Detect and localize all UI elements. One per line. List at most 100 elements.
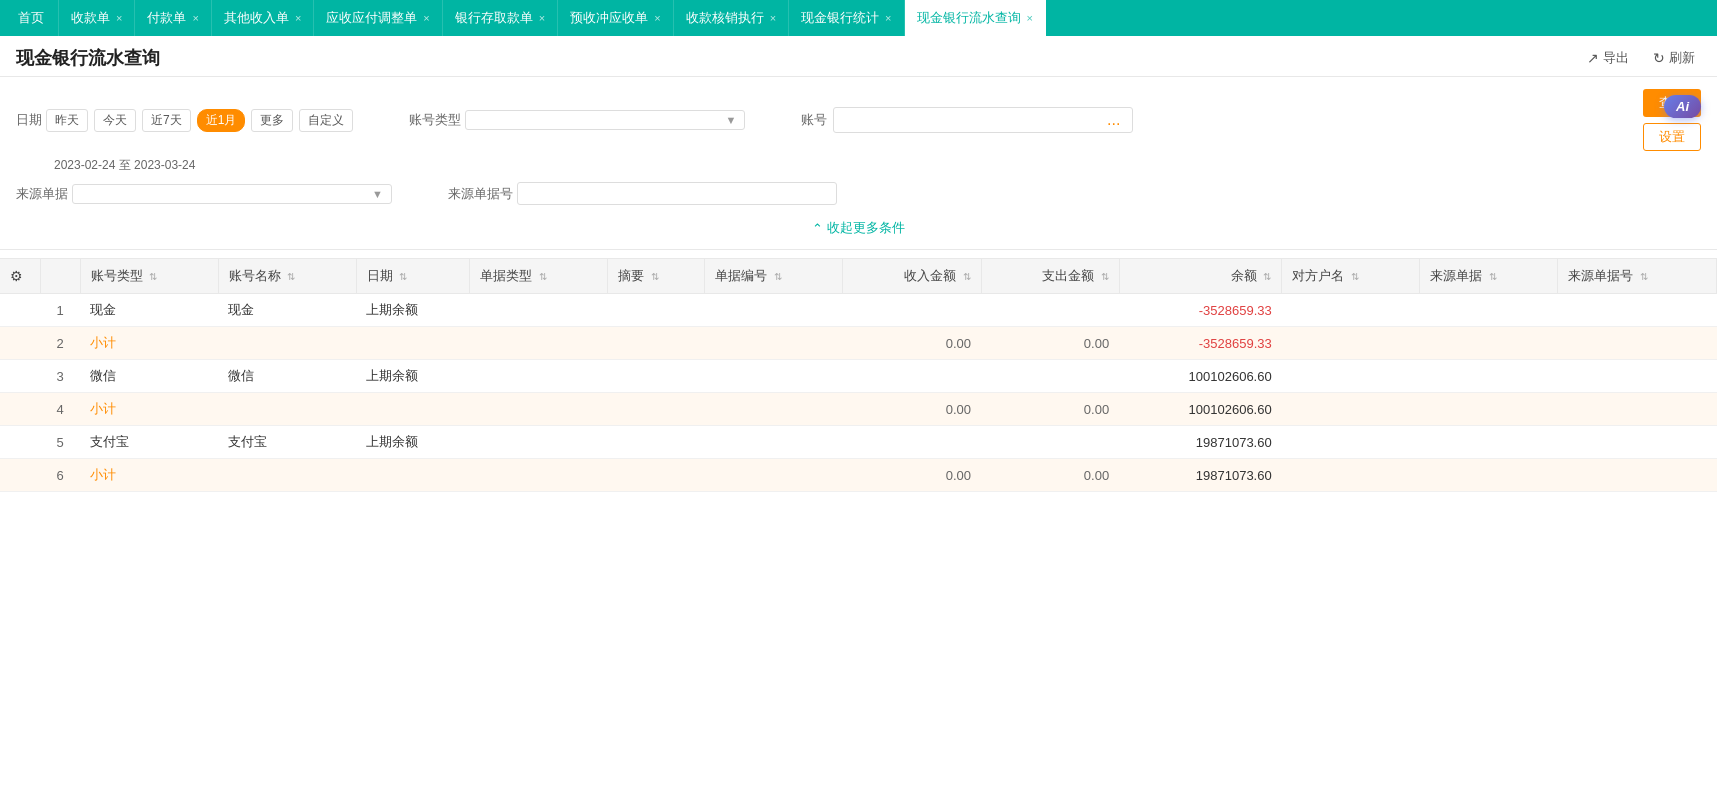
th-balance[interactable]: 余额 ⇅ xyxy=(1119,259,1282,294)
cell-balance: 100102606.60 xyxy=(1119,360,1282,393)
cell-summary xyxy=(608,294,705,327)
date-btn-yesterday[interactable]: 昨天 xyxy=(46,109,88,132)
th-counterparty[interactable]: 对方户名 ⇅ xyxy=(1282,259,1420,294)
account-type-select[interactable]: ▼ xyxy=(465,110,745,130)
close-icon[interactable]: × xyxy=(116,12,122,24)
close-icon[interactable]: × xyxy=(295,12,301,24)
cell-num: 3 xyxy=(40,360,80,393)
account-filter-group: 账号 ... xyxy=(801,107,1133,133)
cell-account-type: 小计 xyxy=(80,393,218,426)
close-icon[interactable]: × xyxy=(423,12,429,24)
sort-icon: ⇅ xyxy=(1640,271,1648,282)
nav-tab-3[interactable]: 应收应付调整单 × xyxy=(314,0,442,36)
collapse-button[interactable]: ⌃ 收起更多条件 xyxy=(800,215,917,241)
cell-source-bill xyxy=(1420,426,1558,459)
cell-date xyxy=(356,327,469,360)
table-row: 2 小计 0.00 0.00 -3528659.33 xyxy=(0,327,1717,360)
sort-icon: ⇅ xyxy=(774,271,782,282)
th-bill-no[interactable]: 单据编号 ⇅ xyxy=(705,259,843,294)
cell-source-bill xyxy=(1420,327,1558,360)
date-btn-7days[interactable]: 近7天 xyxy=(142,109,191,132)
cell-num: 1 xyxy=(40,294,80,327)
cell-balance: -3528659.33 xyxy=(1119,294,1282,327)
cell-gear xyxy=(0,294,40,327)
cell-gear xyxy=(0,459,40,492)
cell-date: 上期余额 xyxy=(356,294,469,327)
source-bill-select[interactable]: ▼ xyxy=(72,184,392,204)
cell-expense xyxy=(981,426,1119,459)
ai-badge[interactable]: Ai xyxy=(1664,95,1701,118)
cell-account-type: 支付宝 xyxy=(80,426,218,459)
date-range-text: 2023-02-24 至 2023-03-24 xyxy=(54,158,195,172)
refresh-button[interactable]: ↻ 刷新 xyxy=(1647,47,1701,69)
th-summary[interactable]: 摘要 ⇅ xyxy=(608,259,705,294)
close-icon[interactable]: × xyxy=(539,12,545,24)
cell-account-name: 微信 xyxy=(218,360,356,393)
nav-tab-2[interactable]: 其他收入单 × xyxy=(212,0,314,36)
th-account-name[interactable]: 账号名称 ⇅ xyxy=(218,259,356,294)
account-label: 账号 xyxy=(801,111,827,129)
sort-icon: ⇅ xyxy=(539,271,547,282)
cell-account-type: 现金 xyxy=(80,294,218,327)
th-gear[interactable]: ⚙ xyxy=(0,259,40,294)
filter-row-2: 来源单据 ▼ 来源单据号 xyxy=(16,182,1701,205)
cell-source-bill xyxy=(1420,459,1558,492)
cell-gear xyxy=(0,393,40,426)
sort-icon: ⇅ xyxy=(1101,271,1109,282)
date-btn-custom[interactable]: 自定义 xyxy=(299,109,353,132)
th-source-bill[interactable]: 来源单据 ⇅ xyxy=(1420,259,1558,294)
cell-account-type: 微信 xyxy=(80,360,218,393)
date-btn-1month[interactable]: 近1月 xyxy=(197,109,246,132)
cell-gear xyxy=(0,426,40,459)
nav-tab-4[interactable]: 银行存取款单 × xyxy=(443,0,558,36)
th-account-type[interactable]: 账号类型 ⇅ xyxy=(80,259,218,294)
th-income[interactable]: 收入金额 ⇅ xyxy=(843,259,981,294)
collapse-row: ⌃ 收起更多条件 xyxy=(16,215,1701,241)
sort-icon: ⇅ xyxy=(651,271,659,282)
cell-date xyxy=(356,393,469,426)
cell-date: 上期余额 xyxy=(356,426,469,459)
source-bill-label: 来源单据 xyxy=(16,185,68,203)
close-icon[interactable]: × xyxy=(654,12,660,24)
nav-tab-1[interactable]: 付款单 × xyxy=(135,0,211,36)
cell-summary xyxy=(608,393,705,426)
nav-tab-7[interactable]: 现金银行统计 × xyxy=(789,0,904,36)
nav-home[interactable]: 首页 xyxy=(4,0,59,36)
dots-button[interactable]: ... xyxy=(1103,111,1124,129)
nav-tab-0[interactable]: 收款单 × xyxy=(59,0,135,36)
export-button[interactable]: ↗ 导出 xyxy=(1581,47,1635,69)
cell-counterparty xyxy=(1282,393,1420,426)
cell-bill-type xyxy=(470,426,608,459)
date-range-display: 2023-02-24 至 2023-03-24 xyxy=(50,157,1701,174)
th-expense[interactable]: 支出金额 ⇅ xyxy=(981,259,1119,294)
nav-tab-8[interactable]: 现金银行流水查询 × xyxy=(905,0,1046,36)
close-icon[interactable]: × xyxy=(770,12,776,24)
sort-icon: ⇅ xyxy=(1263,271,1271,282)
cell-num: 5 xyxy=(40,426,80,459)
th-date[interactable]: 日期 ⇅ xyxy=(356,259,469,294)
cell-counterparty xyxy=(1282,459,1420,492)
cell-summary xyxy=(608,459,705,492)
th-num xyxy=(40,259,80,294)
close-icon[interactable]: × xyxy=(1027,12,1033,24)
th-source-bill-no[interactable]: 来源单据号 ⇅ xyxy=(1558,259,1717,294)
cell-num: 4 xyxy=(40,393,80,426)
source-bill-no-input[interactable] xyxy=(517,182,837,205)
nav-tab-5[interactable]: 预收冲应收单 × xyxy=(558,0,673,36)
cell-income: 0.00 xyxy=(843,393,981,426)
close-icon[interactable]: × xyxy=(192,12,198,24)
th-bill-type[interactable]: 单据类型 ⇅ xyxy=(470,259,608,294)
cell-income xyxy=(843,294,981,327)
cell-bill-type xyxy=(470,393,608,426)
cell-bill-no xyxy=(705,426,843,459)
source-bill-no-filter-group: 来源单据号 xyxy=(448,182,837,205)
table-area: ⚙ 账号类型 ⇅ 账号名称 ⇅ 日期 ⇅ xyxy=(0,250,1717,492)
date-btn-more[interactable]: 更多 xyxy=(251,109,293,132)
close-icon[interactable]: × xyxy=(885,12,891,24)
cell-balance: -3528659.33 xyxy=(1119,327,1282,360)
settings-button[interactable]: 设置 xyxy=(1643,123,1701,151)
date-btn-today[interactable]: 今天 xyxy=(94,109,136,132)
cell-account-type: 小计 xyxy=(80,459,218,492)
nav-tab-6[interactable]: 收款核销执行 × xyxy=(674,0,789,36)
sort-icon: ⇅ xyxy=(1489,271,1497,282)
